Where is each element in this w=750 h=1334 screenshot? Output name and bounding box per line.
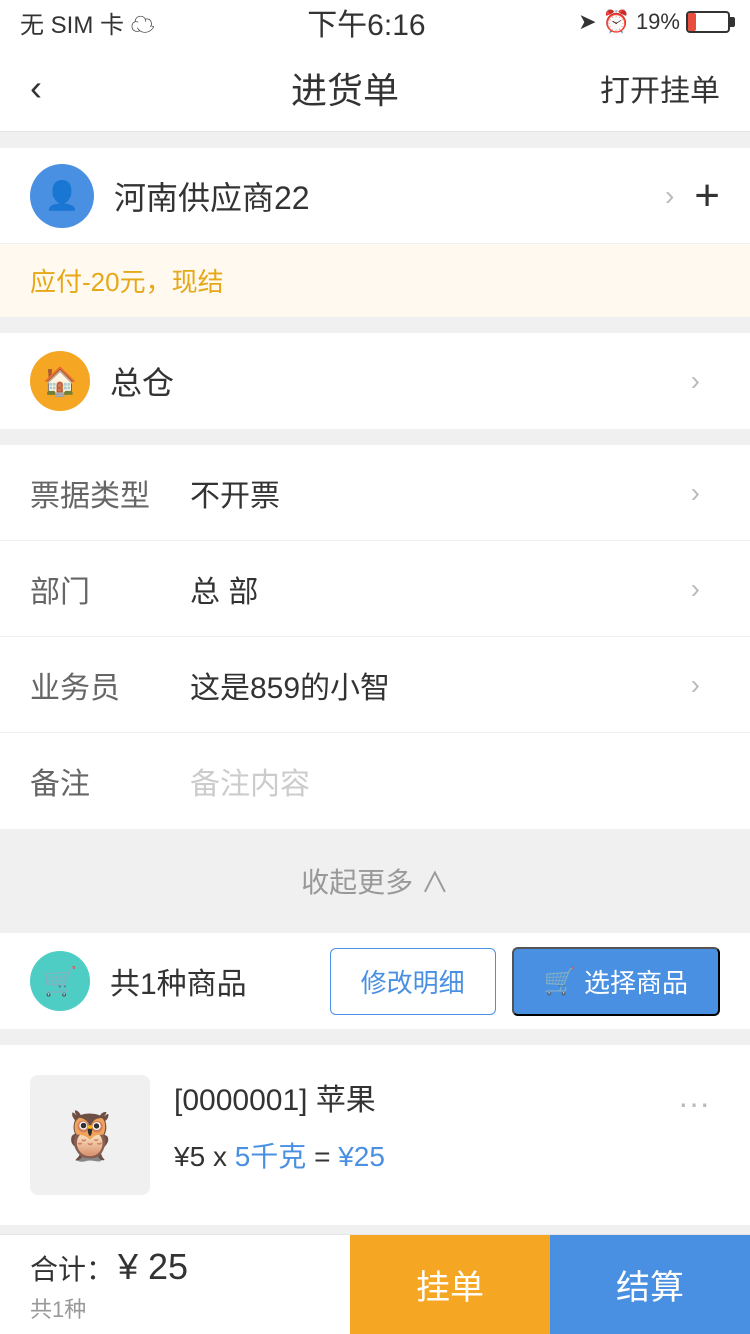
nav-bar: ‹ 进货单 打开挂单 — [0, 44, 750, 132]
warehouse-icon: 🏠 — [30, 351, 90, 411]
status-left: 无 SIM 卡 ☁ — [20, 5, 155, 40]
supplier-notice: 应付-20元，现结 — [0, 244, 750, 317]
products-count: 共1种商品 — [110, 959, 330, 1003]
chevron-right-icon: › — [691, 477, 700, 509]
sales-label: 业务员 — [30, 663, 170, 707]
sim-label: 无 SIM 卡 ☁ — [20, 5, 155, 40]
product-price: ¥5 x 5千克 = ¥25 — [174, 1135, 668, 1175]
product-title: 苹果 — [316, 1084, 376, 1117]
supplier-card: 👤 河南供应商22 › + 应付-20元，现结 — [0, 148, 750, 317]
remark-row[interactable]: 备注 备注内容 — [0, 733, 750, 829]
multiply-sign: x — [213, 1141, 235, 1172]
total-count: 共1种 — [30, 1292, 320, 1324]
add-supplier-button[interactable]: + — [694, 174, 720, 218]
dept-row[interactable]: 部门 总 部 › — [0, 541, 750, 637]
product-item: 🦉 [0000001] 苹果 ¥5 x 5千克 = ¥25 ··· — [0, 1045, 750, 1225]
product-thumbnail: 🦉 — [30, 1075, 150, 1195]
alarm-icon: ⏰ — [603, 9, 630, 35]
product-name: [0000001] 苹果 — [174, 1075, 668, 1119]
bottom-bar: 合计： ¥ 25 共1种 挂单 结算 — [0, 1234, 750, 1334]
sales-row[interactable]: 业务员 这是859的小智 › — [0, 637, 750, 733]
warehouse-card[interactable]: 🏠 总仓 › — [0, 333, 750, 429]
main-content: 👤 河南供应商22 › + 应付-20元，现结 🏠 总仓 › 票据类型 不开票 … — [0, 148, 750, 1225]
remark-input[interactable]: 备注内容 — [170, 759, 720, 803]
collapse-bar[interactable]: 收起更多 ∧ — [0, 845, 750, 917]
sales-value: 这是859的小智 — [170, 663, 691, 707]
select-label: 选择商品 — [584, 963, 688, 1000]
open-hang-button[interactable]: 打开挂单 — [600, 66, 720, 110]
back-button[interactable]: ‹ — [30, 67, 90, 109]
invoice-label: 票据类型 — [30, 471, 170, 515]
cart-icon: 🛒 — [43, 965, 78, 998]
owl-icon: 🦉 — [60, 1107, 120, 1164]
battery-icon — [686, 11, 730, 33]
page-title: 进货单 — [291, 62, 399, 114]
chevron-right-icon: › — [691, 669, 700, 701]
chevron-right-icon: › — [665, 180, 674, 212]
product-info: [0000001] 苹果 ¥5 x 5千克 = ¥25 — [174, 1075, 668, 1175]
total-label: 合计： — [30, 1248, 114, 1288]
status-bar: 无 SIM 卡 ☁ 下午6:16 ➤ ⏰ 19% — [0, 0, 750, 44]
select-product-button[interactable]: 🛒 选择商品 — [512, 947, 720, 1016]
location-icon: ➤ — [578, 9, 596, 35]
product-qty: 5千克 — [235, 1141, 307, 1172]
total-amount: ¥ 25 — [118, 1246, 188, 1288]
status-time: 下午6:16 — [307, 0, 425, 44]
dept-value: 总 部 — [170, 567, 691, 611]
settle-button[interactable]: 结算 — [550, 1235, 750, 1334]
supplier-avatar: 👤 — [30, 164, 94, 228]
form-card: 票据类型 不开票 › 部门 总 部 › 业务员 这是859的小智 › 备注 备注… — [0, 445, 750, 829]
products-card: 🛒 共1种商品 修改明细 🛒 选择商品 — [0, 933, 750, 1029]
dept-label: 部门 — [30, 567, 170, 611]
product-total: ¥25 — [338, 1141, 385, 1172]
chevron-right-icon: › — [691, 365, 700, 397]
supplier-icon: 👤 — [45, 179, 80, 212]
status-right: ➤ ⏰ 19% — [578, 9, 730, 35]
total-section: 合计： ¥ 25 共1种 — [0, 1235, 350, 1334]
equals-sign: = — [314, 1141, 338, 1172]
warehouse-name: 总仓 — [110, 358, 691, 404]
product-id: [0000001] — [174, 1084, 307, 1117]
hang-button[interactable]: 挂单 — [350, 1235, 550, 1334]
products-header: 🛒 共1种商品 修改明细 🛒 选择商品 — [0, 933, 750, 1029]
supplier-row[interactable]: 👤 河南供应商22 › + — [0, 148, 750, 244]
product-more-button[interactable]: ··· — [668, 1075, 720, 1132]
modify-detail-button[interactable]: 修改明细 — [330, 948, 496, 1015]
warehouse-row[interactable]: 🏠 总仓 › — [0, 333, 750, 429]
total-row: 合计： ¥ 25 — [30, 1246, 320, 1288]
battery-label: 19% — [636, 9, 680, 35]
remark-label: 备注 — [30, 759, 170, 803]
select-icon: 🛒 — [544, 966, 576, 997]
price-value: ¥5 — [174, 1141, 205, 1172]
supplier-name: 河南供应商22 — [114, 173, 665, 219]
invoice-value: 不开票 — [170, 471, 691, 515]
invoice-row[interactable]: 票据类型 不开票 › — [0, 445, 750, 541]
products-icon: 🛒 — [30, 951, 90, 1011]
chevron-right-icon: › — [691, 573, 700, 605]
